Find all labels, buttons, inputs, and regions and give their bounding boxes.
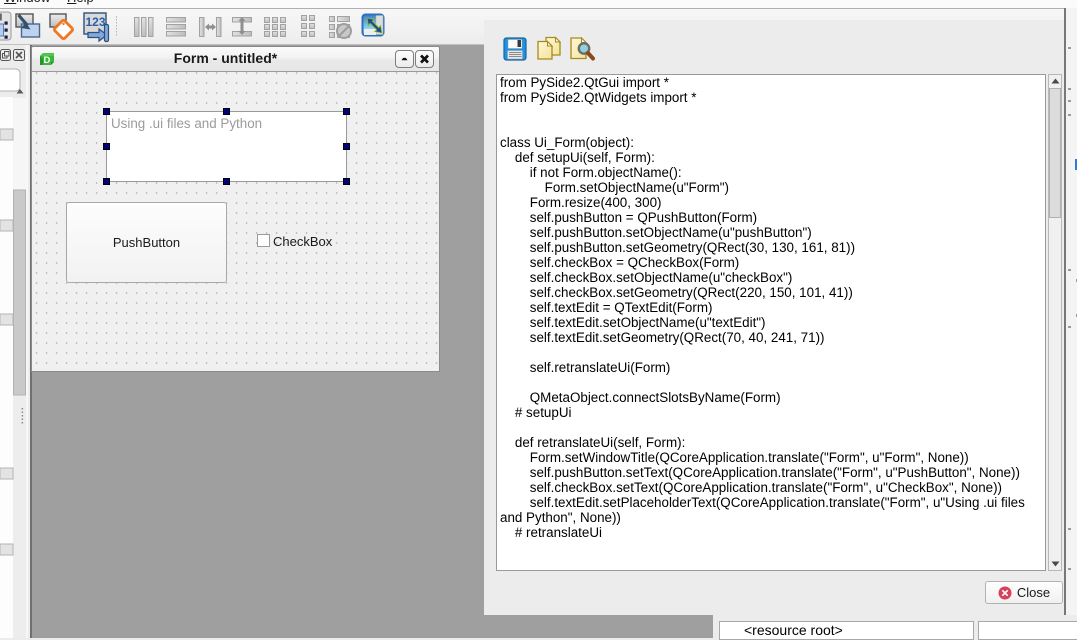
svg-text:D: D bbox=[44, 55, 51, 66]
svg-text:123: 123 bbox=[86, 15, 106, 29]
